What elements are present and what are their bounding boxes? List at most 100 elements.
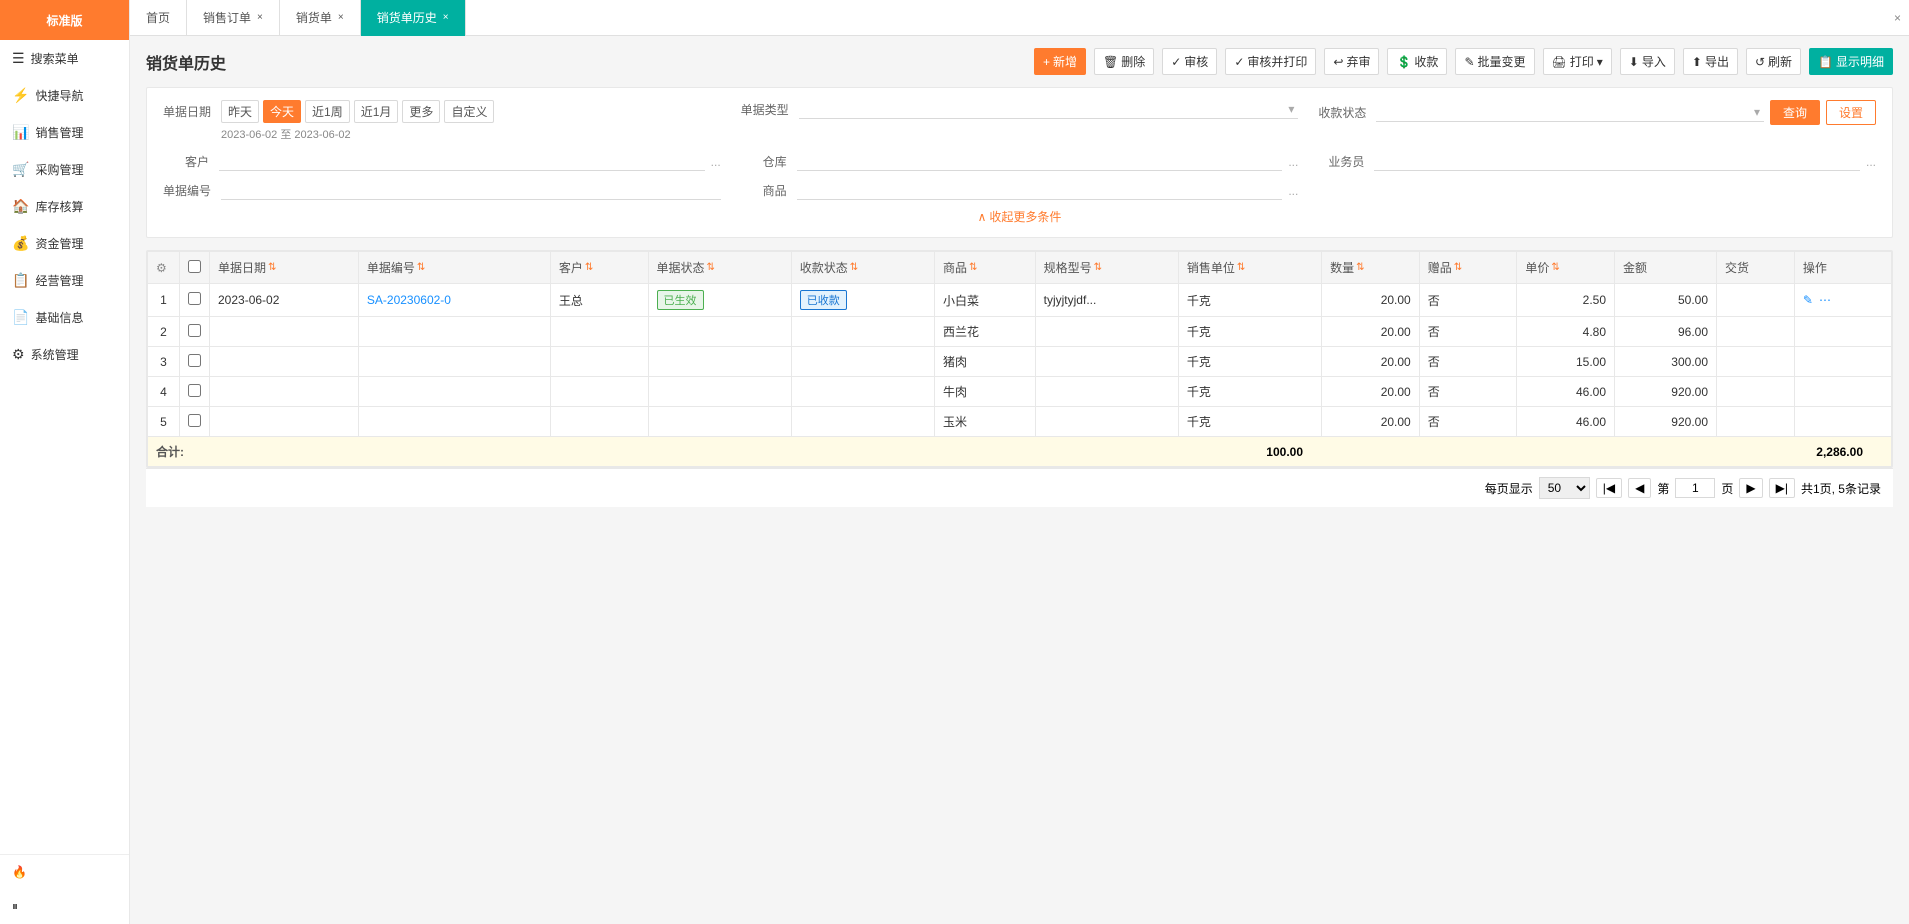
th-doc-status[interactable]: 单据状态 ⇅ bbox=[648, 252, 791, 284]
goods-input[interactable] bbox=[797, 181, 1283, 200]
th-doc-date[interactable]: 单据日期 ⇅ bbox=[210, 252, 359, 284]
sidebar-item-basic-info[interactable]: 📄 基础信息 bbox=[0, 299, 129, 336]
th-spec[interactable]: 规格型号 ⇅ bbox=[1035, 252, 1178, 284]
per-page-select[interactable]: 50 10 20 100 bbox=[1539, 477, 1590, 499]
row-checkbox[interactable] bbox=[188, 414, 201, 427]
row-doc-date bbox=[210, 317, 359, 347]
review-print-icon: ✓ bbox=[1234, 55, 1244, 69]
tab-bar: 首页 销售订单 × 销货单 × 销货单历史 × × bbox=[130, 0, 1909, 36]
row-sales-unit: 千克 bbox=[1178, 317, 1321, 347]
print-button[interactable]: 🖨 打印 ▾ bbox=[1543, 48, 1612, 75]
close-all-tabs[interactable]: × bbox=[1894, 11, 1901, 25]
date-buttons-row: 昨天 今天 近1周 近1月 更多 自定义 bbox=[221, 100, 494, 123]
row-checkbox[interactable] bbox=[188, 384, 201, 397]
qty-sort-icon: ⇅ bbox=[1356, 262, 1364, 273]
batch-change-button[interactable]: ✎ 批量变更 bbox=[1455, 48, 1534, 75]
collapse-button[interactable]: ∧ 收起更多条件 bbox=[978, 208, 1062, 225]
tab-sales-history-close[interactable]: × bbox=[443, 12, 449, 23]
date-custom-btn[interactable]: 自定义 bbox=[444, 100, 494, 123]
th-qty[interactable]: 数量 ⇅ bbox=[1322, 252, 1420, 284]
tab-sales-goods-close[interactable]: × bbox=[338, 12, 344, 23]
new-icon: + bbox=[1043, 55, 1050, 69]
next-page-btn[interactable]: ▶ bbox=[1739, 478, 1762, 498]
last-page-btn[interactable]: ▶| bbox=[1769, 478, 1795, 498]
row-actions: ✎⋯ bbox=[1794, 284, 1891, 317]
sidebar-item-purchase-mgmt[interactable]: 🛒 采购管理 bbox=[0, 151, 129, 188]
tab-sales-order[interactable]: 销售订单 × bbox=[187, 0, 280, 36]
goods-ellipsis[interactable]: ... bbox=[1288, 184, 1298, 198]
row-checkbox[interactable] bbox=[188, 324, 201, 337]
payment-status-filter: 收款状态 ▾ 查询 设置 bbox=[1318, 100, 1876, 125]
delete-button[interactable]: 🗑 删除 bbox=[1094, 48, 1154, 75]
import-button[interactable]: ⬇ 导入 bbox=[1620, 48, 1675, 75]
sidebar-bottom-fire[interactable]: 🔥 bbox=[0, 855, 129, 889]
th-unit-price[interactable]: 单价 ⇅ bbox=[1517, 252, 1615, 284]
warehouse-input[interactable] bbox=[797, 152, 1283, 171]
row-doc-date: 2023-06-02 bbox=[210, 284, 359, 317]
row-actions bbox=[1794, 377, 1891, 407]
export-button[interactable]: ⬆ 导出 bbox=[1683, 48, 1738, 75]
filter-area: 单据日期 昨天 今天 近1周 近1月 更多 自定义 2023-06-02 至 2… bbox=[146, 87, 1893, 238]
show-detail-button[interactable]: 📋 显示明细 bbox=[1809, 48, 1893, 75]
th-sales-unit[interactable]: 销售单位 ⇅ bbox=[1178, 252, 1321, 284]
query-button[interactable]: 查询 bbox=[1770, 100, 1820, 125]
first-page-btn[interactable]: |◀ bbox=[1596, 478, 1622, 498]
staff-input[interactable] bbox=[1374, 152, 1860, 171]
staff-ellipsis[interactable]: ... bbox=[1866, 155, 1876, 169]
date-last1m-btn[interactable]: 近1月 bbox=[354, 100, 399, 123]
tab-home[interactable]: 首页 bbox=[130, 0, 187, 36]
th-payment-status[interactable]: 收款状态 ⇅ bbox=[791, 252, 934, 284]
page-no-input[interactable] bbox=[1675, 478, 1715, 498]
doc-type-select[interactable]: ▾ bbox=[799, 100, 1299, 119]
row-num: 1 bbox=[148, 284, 180, 317]
sidebar-item-inventory[interactable]: 🏠 库存核算 bbox=[0, 188, 129, 225]
customer-ellipsis[interactable]: ... bbox=[711, 155, 721, 169]
row-gift: 否 bbox=[1419, 284, 1517, 317]
sidebar-item-operations[interactable]: 📋 经营管理 bbox=[0, 262, 129, 299]
abandon-button[interactable]: ↩ 弃审 bbox=[1324, 48, 1379, 75]
prev-page-btn[interactable]: ◀ bbox=[1628, 478, 1651, 498]
th-doc-no[interactable]: 单据编号 ⇅ bbox=[358, 252, 550, 284]
refresh-button[interactable]: ↺ 刷新 bbox=[1746, 48, 1801, 75]
customer-label: 客户 bbox=[163, 153, 213, 170]
date-more-btn[interactable]: 更多 bbox=[402, 100, 440, 123]
doc-no-input[interactable] bbox=[221, 181, 721, 200]
total-info: 共1页, 5条记录 bbox=[1801, 480, 1881, 497]
sidebar-bottom-pause[interactable]: ⏸ bbox=[0, 889, 129, 924]
sidebar-item-search-menu[interactable]: ☰ 搜索菜单 bbox=[0, 40, 129, 77]
customer-input[interactable] bbox=[219, 152, 705, 171]
tab-sales-goods[interactable]: 销货单 × bbox=[280, 0, 361, 36]
review-icon: ✓ bbox=[1171, 55, 1181, 69]
date-today-btn[interactable]: 今天 bbox=[263, 100, 301, 123]
row-checkbox-cell bbox=[180, 377, 210, 407]
row-checkbox[interactable] bbox=[188, 354, 201, 367]
payment-status-select[interactable]: ▾ bbox=[1376, 103, 1764, 122]
sidebar-item-sales-mgmt[interactable]: 📊 销售管理 bbox=[0, 114, 129, 151]
th-gift[interactable]: 赠品 ⇅ bbox=[1419, 252, 1517, 284]
select-all-checkbox[interactable] bbox=[188, 260, 201, 273]
sidebar-item-quick-nav[interactable]: ⚡ 快捷导航 bbox=[0, 77, 129, 114]
sidebar-item-finance[interactable]: 💰 资金管理 bbox=[0, 225, 129, 262]
warehouse-ellipsis[interactable]: ... bbox=[1288, 155, 1298, 169]
tab-sales-order-close[interactable]: × bbox=[257, 12, 263, 23]
row-spec bbox=[1035, 377, 1178, 407]
th-customer[interactable]: 客户 ⇅ bbox=[550, 252, 648, 284]
row-checkbox[interactable] bbox=[188, 292, 201, 305]
row-edit-btn[interactable]: ✎ bbox=[1803, 293, 1813, 307]
sidebar: 标准版 ☰ 搜索菜单 ⚡ 快捷导航 📊 销售管理 🛒 采购管理 🏠 库存核算 💰… bbox=[0, 0, 130, 924]
table-gear-icon[interactable]: ⚙ bbox=[156, 261, 167, 275]
tab-sales-history[interactable]: 销货单历史 × bbox=[361, 0, 466, 36]
warehouse-label: 仓库 bbox=[741, 153, 791, 170]
sidebar-item-system-mgmt[interactable]: ⚙ 系统管理 bbox=[0, 336, 129, 373]
sidebar-bottom: 🔥 ⏸ bbox=[0, 854, 129, 924]
settings-button[interactable]: 设置 bbox=[1826, 100, 1876, 125]
th-goods[interactable]: 商品 ⇅ bbox=[934, 252, 1035, 284]
review-button[interactable]: ✓ 审核 bbox=[1162, 48, 1217, 75]
collect-button[interactable]: 💲 收款 bbox=[1387, 48, 1447, 75]
date-yesterday-btn[interactable]: 昨天 bbox=[221, 100, 259, 123]
footer-total-qty: 100.00 bbox=[1103, 445, 1303, 459]
new-button[interactable]: + 新增 bbox=[1034, 48, 1086, 75]
row-more-btn[interactable]: ⋯ bbox=[1819, 293, 1831, 307]
date-last7-btn[interactable]: 近1周 bbox=[305, 100, 350, 123]
review-print-button[interactable]: ✓ 审核并打印 bbox=[1225, 48, 1316, 75]
